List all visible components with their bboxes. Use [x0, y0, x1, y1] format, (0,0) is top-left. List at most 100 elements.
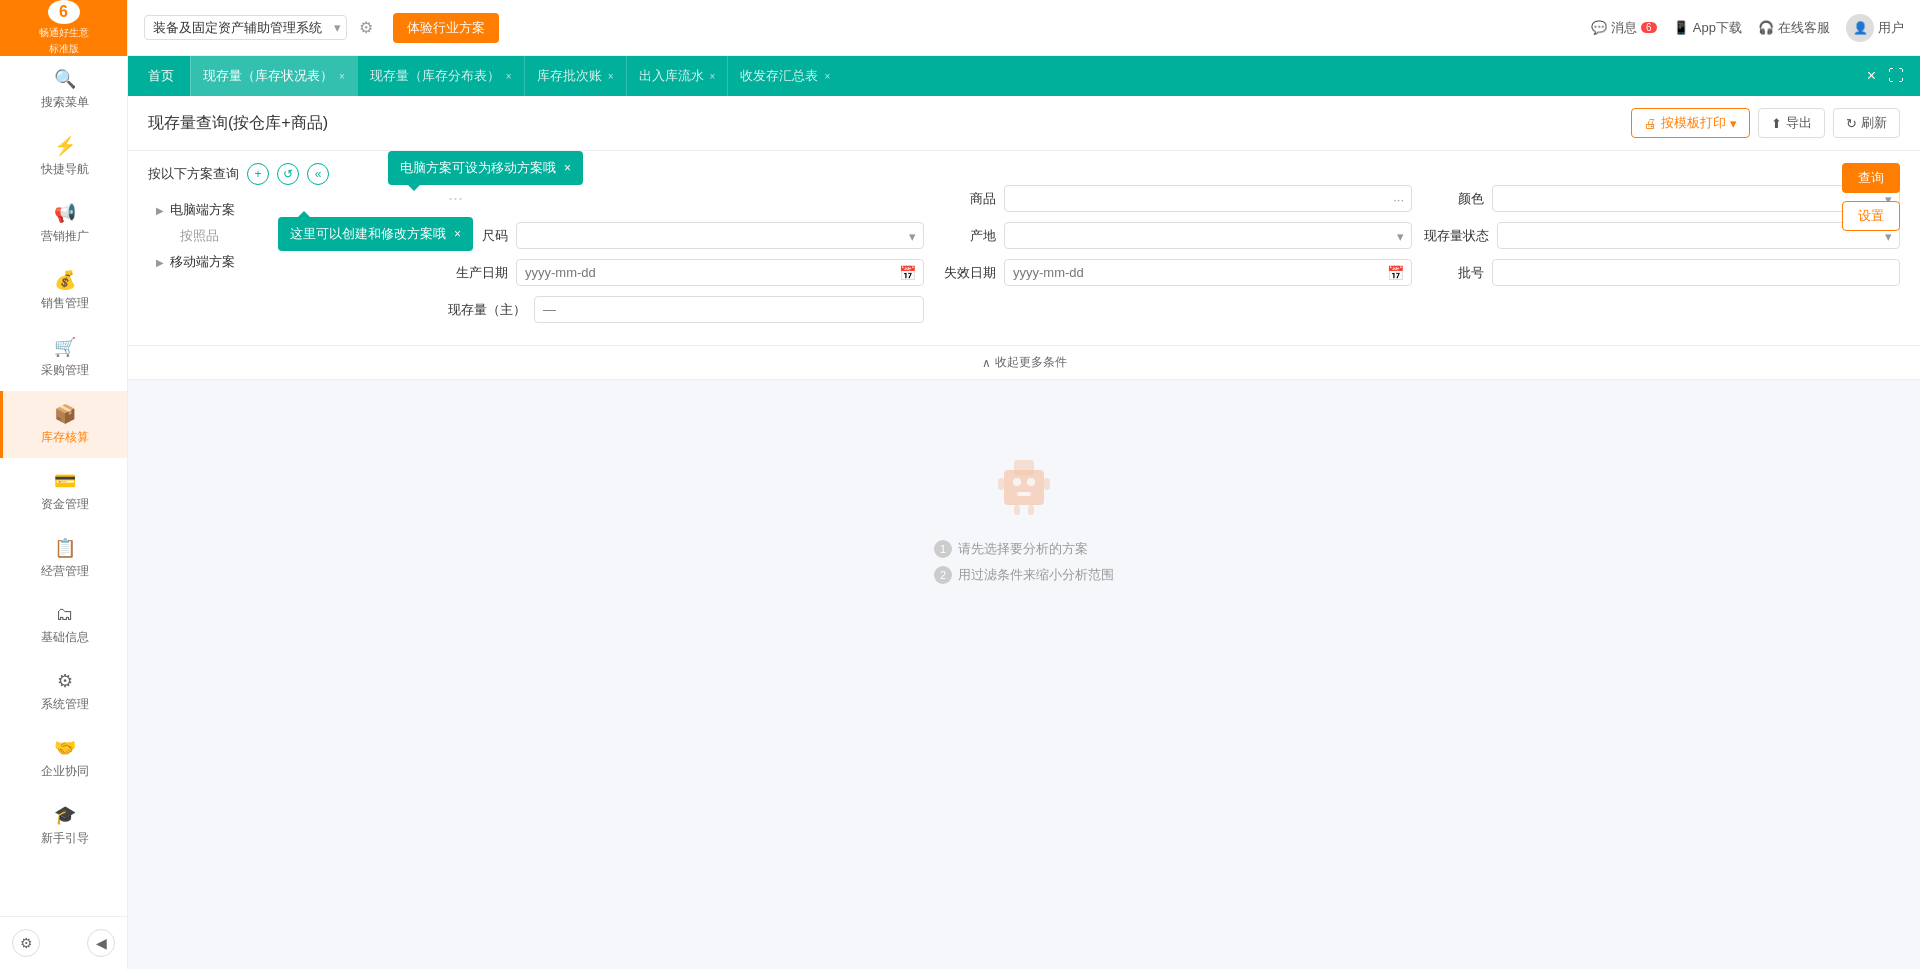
phone-icon: 📱: [1673, 20, 1689, 35]
sidebar-item-label: 搜索菜单: [41, 94, 89, 111]
filter-row-4: 现存量（主）: [448, 296, 1900, 323]
collapse-btn[interactable]: ∧ 收起更多条件: [982, 354, 1067, 371]
origin-select[interactable]: [1004, 222, 1412, 249]
sidebar-item-sales[interactable]: 💰 销售管理: [0, 257, 127, 324]
goods-input[interactable]: [1004, 185, 1412, 212]
sidebar-item-system[interactable]: ⚙ 系统管理: [0, 658, 127, 725]
filter-field-origin: 产地: [936, 222, 1412, 249]
system-selector-wrapper: 装备及固定资产辅助管理系统: [144, 15, 347, 40]
add-scheme-btn[interactable]: +: [247, 163, 269, 185]
exp-date-input[interactable]: [1004, 259, 1412, 286]
header: 装备及固定资产辅助管理系统 ⚙ 体验行业方案 💬 消息 6 📱 App下载 🎧 …: [128, 0, 1920, 56]
operation-icon: 📋: [54, 537, 76, 559]
tab-inventory-dist[interactable]: 现存量（库存分布表） ×: [357, 56, 524, 96]
app-download-btn[interactable]: 📱 App下载: [1673, 19, 1742, 37]
refresh-label: 刷新: [1861, 114, 1887, 132]
fullscreen-btn[interactable]: ⛶: [1884, 63, 1908, 89]
size-select-wrapper: [516, 222, 924, 249]
calendar-icon[interactable]: 📅: [899, 265, 916, 281]
sidebar-item-quick[interactable]: ⚡ 快捷导航: [0, 123, 127, 190]
refresh-btn[interactable]: ↻ 刷新: [1833, 108, 1900, 138]
svg-rect-6: [1044, 478, 1050, 490]
filter-field-color: 颜色: [1424, 185, 1900, 212]
online-service-btn[interactable]: 🎧 在线客服: [1758, 19, 1830, 37]
tab-close-icon[interactable]: ×: [339, 71, 345, 82]
tab-inout-flow[interactable]: 出入库流水 ×: [626, 56, 728, 96]
qty-input-wrapper: [534, 296, 924, 323]
back-btn[interactable]: «: [307, 163, 329, 185]
filter-field-qty: 现存量（主）: [448, 296, 924, 323]
user-btn[interactable]: 👤 用户: [1846, 14, 1904, 42]
sidebar-item-guide[interactable]: 🎓 新手引导: [0, 792, 127, 859]
sidebar-item-label: 采购管理: [41, 362, 89, 379]
sidebar-logo: 6 畅通好生意 标准版: [0, 0, 127, 56]
hint-text-2: 用过滤条件来缩小分析范围: [958, 562, 1114, 588]
notification-label: 消息: [1611, 19, 1637, 37]
tab-inventory-batch[interactable]: 库存批次账 ×: [524, 56, 626, 96]
tab-summary[interactable]: 收发存汇总表 ×: [727, 56, 842, 96]
user-label: 用户: [1878, 19, 1904, 37]
sidebar-item-finance[interactable]: 💳 资金管理: [0, 458, 127, 525]
tab-home[interactable]: 首页: [132, 56, 190, 96]
sidebar-item-label: 快捷导航: [41, 161, 89, 178]
reset-btn[interactable]: 设置: [1842, 201, 1900, 231]
tab-close-icon[interactable]: ×: [824, 71, 830, 82]
sidebar-item-operation[interactable]: 📋 经营管理: [0, 525, 127, 592]
search-actions: 查询 设置: [1842, 163, 1900, 231]
logo-sub: 标准版: [49, 42, 79, 56]
tab-inventory-status[interactable]: 现存量（库存状况表） ×: [190, 56, 357, 96]
filter-row-3: 生产日期 📅 失效日期 📅 批号: [448, 259, 1900, 286]
close-tab-btn[interactable]: ×: [1863, 63, 1880, 89]
search-btn[interactable]: 查询: [1842, 163, 1900, 193]
sidebar-item-label: 基础信息: [41, 629, 89, 646]
sidebar-item-search[interactable]: 🔍 搜索菜单: [0, 56, 127, 123]
print-label: 按模板打印: [1661, 114, 1726, 132]
sidebar-item-label: 新手引导: [41, 830, 89, 847]
sub-tooltip-text: 这里可以创建和修改方案哦: [290, 225, 446, 243]
goods-dots-icon: ···: [1393, 191, 1404, 206]
prod-date-wrapper: 📅: [516, 259, 924, 286]
system-selector[interactable]: 装备及固定资产辅助管理系统: [144, 15, 347, 40]
qty-input[interactable]: [534, 296, 924, 323]
tab-close-icon[interactable]: ×: [608, 71, 614, 82]
svg-rect-0: [1004, 470, 1044, 505]
tab-close-icon[interactable]: ×: [710, 71, 716, 82]
color-select[interactable]: [1492, 185, 1900, 212]
industry-btn[interactable]: 体验行业方案: [393, 13, 499, 43]
filter-row-2: 尺码 产地: [448, 222, 1900, 249]
sidebar-item-enterprise[interactable]: 🤝 企业协同: [0, 725, 127, 792]
export-btn[interactable]: ⬆ 导出: [1758, 108, 1825, 138]
page-title: 现存量查询(按仓库+商品): [148, 113, 328, 134]
notification-btn[interactable]: 💬 消息 6: [1591, 19, 1657, 37]
settings-icon[interactable]: ⚙: [359, 18, 373, 37]
size-select[interactable]: [516, 222, 924, 249]
goods-input-wrapper: ···: [1004, 185, 1412, 212]
calendar2-icon[interactable]: 📅: [1387, 265, 1404, 281]
prod-date-input[interactable]: [516, 259, 924, 286]
collapse-sidebar-btn[interactable]: ◀: [87, 929, 115, 957]
settings-btn[interactable]: ⚙: [12, 929, 40, 957]
collapse-label: 收起更多条件: [995, 354, 1067, 371]
sidebar-item-base[interactable]: 🗂 基础信息: [0, 592, 127, 658]
tooltip1-close[interactable]: ×: [564, 161, 571, 175]
sidebar-item-marketing[interactable]: 📢 营销推广: [0, 190, 127, 257]
tooltip2-close[interactable]: ×: [454, 227, 461, 241]
app-download-label: App下载: [1693, 19, 1742, 37]
status-select[interactable]: [1497, 222, 1900, 249]
empty-state: 1 请先选择要分析的方案 2 用过滤条件来缩小分析范围: [128, 380, 1920, 648]
page-header: 现存量查询(按仓库+商品) 🖨 按模板打印 ▾ ⬆ 导出 ↻ 刷新: [128, 96, 1920, 151]
scheme-mobile-label: 移动端方案: [170, 253, 235, 271]
batch-input[interactable]: [1492, 259, 1900, 286]
qty-label: 现存量（主）: [448, 301, 526, 319]
print-dropdown-icon: ▾: [1730, 116, 1737, 131]
print-btn[interactable]: 🖨 按模板打印 ▾: [1631, 108, 1750, 138]
sidebar-item-inventory[interactable]: 📦 库存核算: [0, 391, 127, 458]
sidebar-item-purchase[interactable]: 🛒 采购管理: [0, 324, 127, 391]
tab-label: 出入库流水: [639, 67, 704, 85]
filter-panel: 按以下方案查询 + ↺ « 电脑方案可设为移动方案哦 × ▶ 电脑端方案 按照品: [128, 151, 1920, 346]
tab-bar: 首页 现存量（库存状况表） × 现存量（库存分布表） × 库存批次账 × 出入库…: [128, 56, 1920, 96]
batch-input-wrapper: [1492, 259, 1900, 286]
hint-text-1: 请先选择要分析的方案: [958, 536, 1088, 562]
edit-scheme-btn[interactable]: ↺: [277, 163, 299, 185]
tab-close-icon[interactable]: ×: [506, 71, 512, 82]
